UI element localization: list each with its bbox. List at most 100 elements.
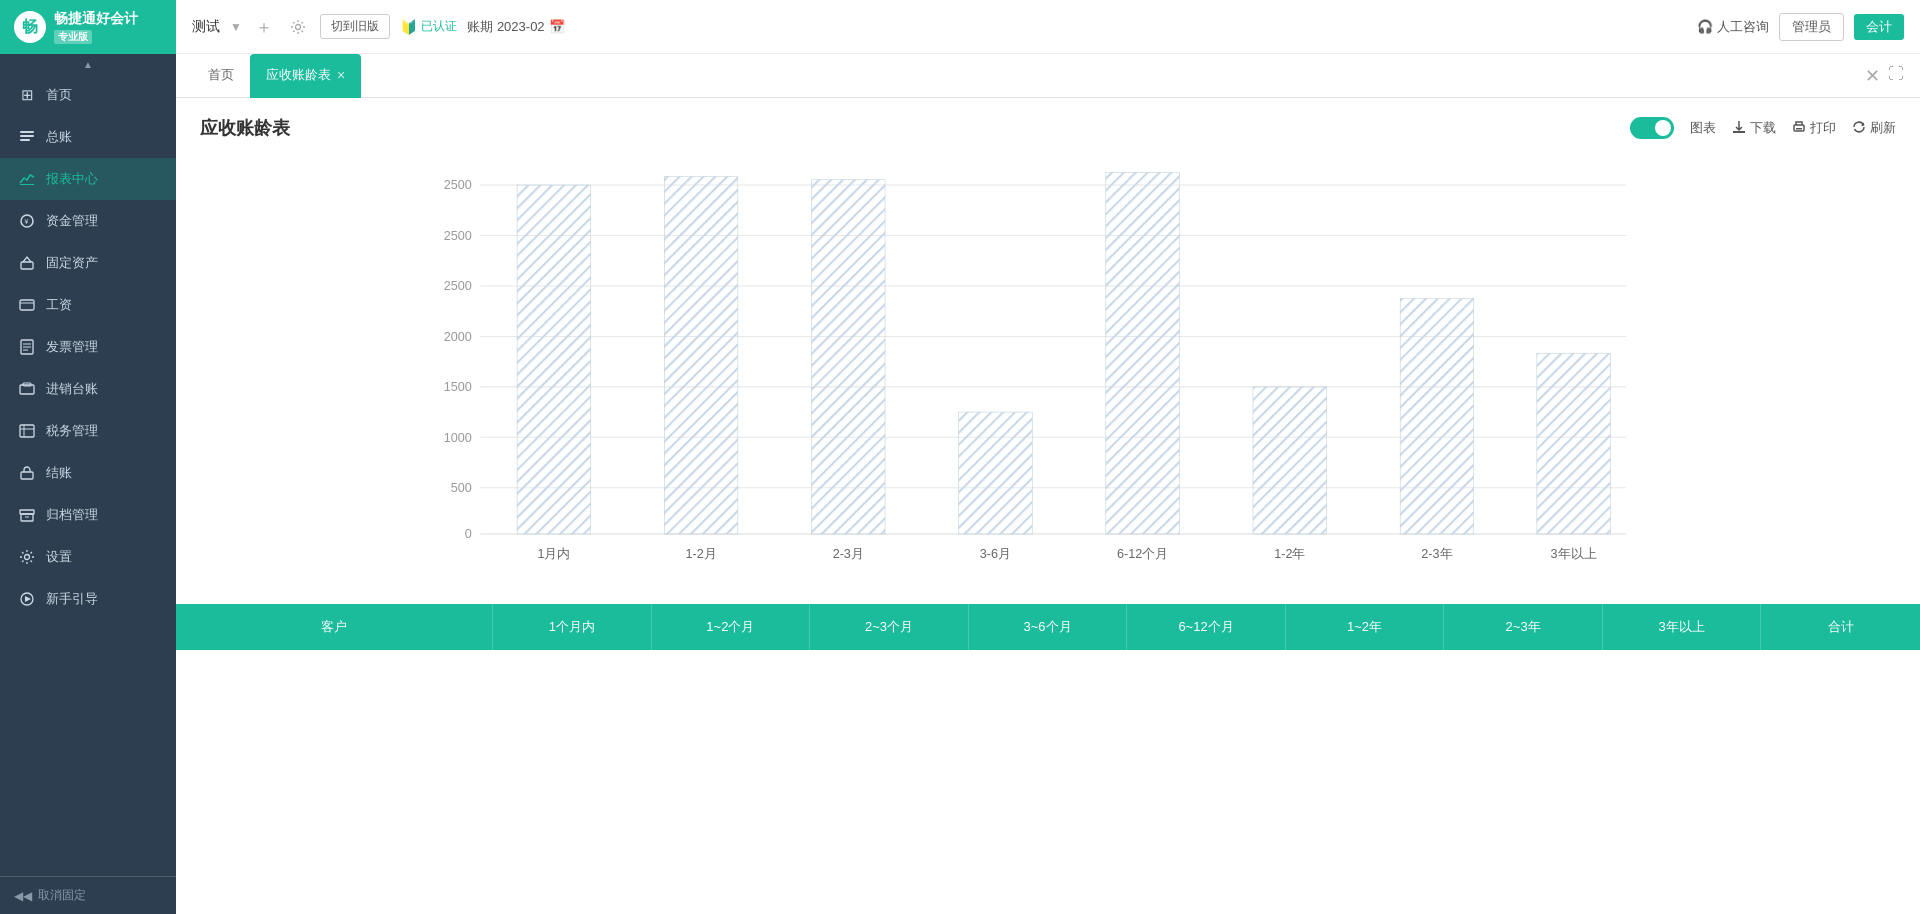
sidebar-item-archive[interactable]: 归档管理 xyxy=(0,494,176,536)
svg-rect-27 xyxy=(1796,128,1802,130)
app-version: 专业版 xyxy=(54,30,92,44)
window-close-icon[interactable]: ✕ xyxy=(1865,65,1880,87)
sidebar-item-payroll[interactable]: 工资 xyxy=(0,284,176,326)
svg-text:3年以上: 3年以上 xyxy=(1551,547,1597,561)
bar-1-2月[interactable] xyxy=(664,177,738,534)
bar-6-12月[interactable] xyxy=(1106,172,1180,534)
sidebar-item-assets[interactable]: 固定资产 xyxy=(0,242,176,284)
company-name: 测试 xyxy=(192,18,220,36)
bar-2-3年[interactable] xyxy=(1400,299,1474,534)
tab-home[interactable]: 首页 xyxy=(192,54,250,98)
consult-icon: 🎧 xyxy=(1697,19,1713,34)
consult-button[interactable]: 🎧 人工咨询 xyxy=(1697,18,1769,36)
company-settings-icon[interactable] xyxy=(286,15,310,39)
svg-text:2500: 2500 xyxy=(444,178,472,192)
col-3year-plus: 3年以上 xyxy=(1603,604,1762,650)
table-container: 客户 1个月内 1~2个月 2~3个月 3~6个月 6~12个月 1~2年 2~… xyxy=(176,604,1920,650)
topbar: 测试 ▼ ＋ 切到旧版 🔰 已认证 账期 2023-02 📅 🎧 人工咨询 管理… xyxy=(176,0,1920,54)
svg-text:1月内: 1月内 xyxy=(537,547,570,561)
chevron-down-icon[interactable]: ▼ xyxy=(230,20,242,34)
bar-3-6月[interactable] xyxy=(959,412,1033,534)
sidebar-item-ledger[interactable]: 总账 xyxy=(0,116,176,158)
bar-3年以上[interactable] xyxy=(1537,353,1611,534)
cancel-fixed-label: 取消固定 xyxy=(38,887,86,904)
refresh-label: 刷新 xyxy=(1870,119,1896,137)
sidebar-item-settings[interactable]: 设置 xyxy=(0,536,176,578)
svg-rect-18 xyxy=(21,472,33,479)
bar-chart: 2500 2500 2500 2000 1500 1000 500 0 xyxy=(200,164,1896,574)
sidebar-item-invoice[interactable]: 发票管理 xyxy=(0,326,176,368)
svg-rect-3 xyxy=(20,184,34,185)
svg-rect-2 xyxy=(20,139,30,141)
invoice-icon xyxy=(18,338,36,356)
sidebar-item-close[interactable]: 结账 xyxy=(0,452,176,494)
chart-container: 2500 2500 2500 2000 1500 1000 500 0 xyxy=(176,154,1920,594)
pin-icon: ◀◀ xyxy=(14,889,32,903)
role-button[interactable]: 会计 xyxy=(1854,14,1904,40)
period-value: 2023-02 xyxy=(497,19,545,34)
refresh-button[interactable]: 刷新 xyxy=(1852,119,1896,137)
page-container: 应收账龄表 图表 下载 打印 xyxy=(176,98,1920,914)
svg-rect-6 xyxy=(21,262,33,269)
tab-home-label: 首页 xyxy=(208,66,234,84)
svg-text:3-6月: 3-6月 xyxy=(980,547,1011,561)
tab-receivable-aging[interactable]: 应收账龄表 × xyxy=(250,54,361,98)
sidebar-nav: ⊞ 首页 总账 报表中心 ¥ 资金管理 固定资产 xyxy=(0,74,176,894)
period-label: 账期 xyxy=(467,18,493,36)
bar-1月内[interactable] xyxy=(517,185,591,534)
svg-text:2000: 2000 xyxy=(444,330,472,344)
user-button[interactable]: 管理员 xyxy=(1779,13,1844,41)
sidebar: 畅 畅捷通好会计 专业版 ▲ ⊞ 首页 总账 报表中心 ¥ 资金管理 xyxy=(0,0,176,914)
bar-1-2年[interactable] xyxy=(1253,387,1327,534)
svg-text:¥: ¥ xyxy=(25,218,29,225)
sidebar-item-label: 首页 xyxy=(46,86,72,104)
sidebar-item-label: 税务管理 xyxy=(46,422,98,440)
content-area: 应收账龄表 图表 下载 打印 xyxy=(176,98,1920,914)
chart-toggle[interactable] xyxy=(1630,117,1674,139)
sidebar-item-capital[interactable]: ¥ 资金管理 xyxy=(0,200,176,242)
sidebar-item-home[interactable]: ⊞ 首页 xyxy=(0,74,176,116)
sidebar-item-label: 发票管理 xyxy=(46,338,98,356)
tabs-bar: 首页 应收账龄表 × ✕ ⛶ xyxy=(176,54,1920,98)
sidebar-item-inventory[interactable]: 进销台账 xyxy=(0,368,176,410)
svg-text:1000: 1000 xyxy=(444,431,472,445)
old-version-button[interactable]: 切到旧版 xyxy=(320,14,390,39)
add-company-icon[interactable]: ＋ xyxy=(252,15,276,39)
assets-icon xyxy=(18,254,36,272)
col-customer: 客户 xyxy=(176,604,493,650)
svg-text:2500: 2500 xyxy=(444,279,472,293)
sidebar-item-label: 归档管理 xyxy=(46,506,98,524)
period-display: 账期 2023-02 📅 xyxy=(467,18,565,36)
sidebar-item-reports[interactable]: 报表中心 xyxy=(0,158,176,200)
page-header: 应收账龄表 图表 下载 打印 xyxy=(176,98,1920,154)
svg-text:2500: 2500 xyxy=(444,229,472,243)
close-accounts-icon xyxy=(18,464,36,482)
settings-icon xyxy=(18,548,36,566)
sidebar-scroll-up[interactable]: ▲ xyxy=(0,54,176,74)
col-1-2month: 1~2个月 xyxy=(652,604,811,650)
calendar-icon[interactable]: 📅 xyxy=(549,19,565,34)
svg-text:1500: 1500 xyxy=(444,380,472,394)
svg-text:2-3年: 2-3年 xyxy=(1421,547,1452,561)
svg-rect-1 xyxy=(20,135,34,137)
print-button[interactable]: 打印 xyxy=(1792,119,1836,137)
sidebar-item-label: 资金管理 xyxy=(46,212,98,230)
sidebar-item-tax[interactable]: 税务管理 xyxy=(0,410,176,452)
app-name: 畅捷通好会计 xyxy=(54,10,138,27)
tabs-bar-right: ✕ ⛶ xyxy=(1865,65,1904,87)
sidebar-item-newbie[interactable]: 新手引导 xyxy=(0,578,176,620)
certified-icon: 🔰 xyxy=(400,19,417,35)
cancel-fixed-button[interactable]: ◀◀ 取消固定 xyxy=(0,876,176,914)
window-expand-icon[interactable]: ⛶ xyxy=(1888,65,1904,87)
home-icon: ⊞ xyxy=(18,86,36,104)
sidebar-item-label: 报表中心 xyxy=(46,170,98,188)
archive-icon xyxy=(18,506,36,524)
tab-close-icon[interactable]: × xyxy=(337,67,345,83)
svg-rect-0 xyxy=(20,131,34,133)
consult-label: 人工咨询 xyxy=(1717,18,1769,36)
col-2-3year: 2~3年 xyxy=(1444,604,1603,650)
bar-2-3月[interactable] xyxy=(811,180,885,534)
download-icon xyxy=(1732,120,1746,137)
table-header: 客户 1个月内 1~2个月 2~3个月 3~6个月 6~12个月 1~2年 2~… xyxy=(176,604,1920,650)
download-button[interactable]: 下载 xyxy=(1732,119,1776,137)
